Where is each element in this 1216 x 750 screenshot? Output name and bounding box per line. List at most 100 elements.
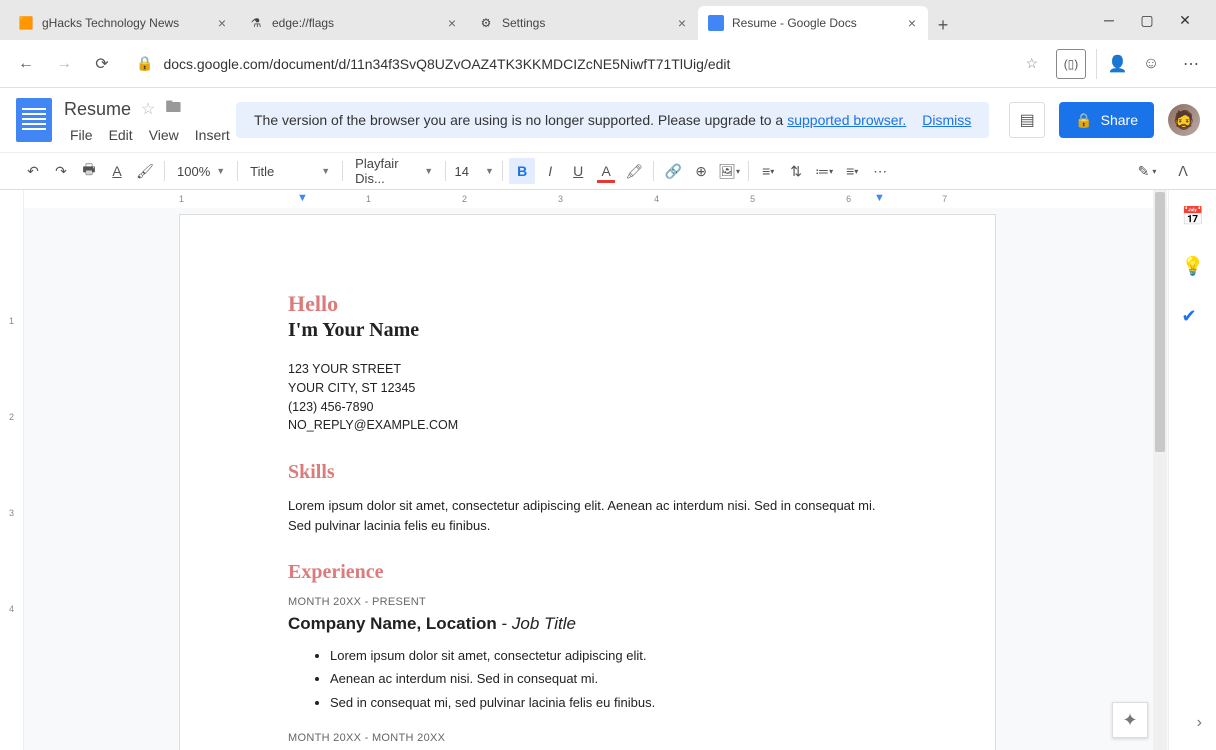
- gear-icon: ⚙: [478, 15, 494, 31]
- comments-icon[interactable]: ▤: [1009, 102, 1045, 138]
- side-panel-toggle[interactable]: ›: [1197, 714, 1202, 732]
- url-text: docs.google.com/document/d/11n34f3SvQ8UZ…: [163, 56, 730, 72]
- menu-file[interactable]: File: [64, 125, 99, 145]
- menu-view[interactable]: View: [143, 125, 185, 145]
- line-spacing-button[interactable]: ⇅: [783, 158, 809, 184]
- heading-skills: Skills: [288, 461, 887, 484]
- close-icon[interactable]: ×: [906, 13, 918, 33]
- highlight-button[interactable]: 🖍: [621, 158, 647, 184]
- email: NO_REPLY@EXAMPLE.COM: [288, 416, 887, 435]
- italic-button[interactable]: I: [537, 158, 563, 184]
- keep-icon[interactable]: 💡: [1182, 256, 1204, 278]
- collapse-toolbar-button[interactable]: ᐱ: [1170, 158, 1196, 184]
- tab-label: Resume - Google Docs: [732, 16, 857, 30]
- tab-flags[interactable]: ⚗ edge://flags ×: [238, 6, 468, 40]
- lock-icon: 🔒: [136, 55, 153, 72]
- add-comment-button[interactable]: ⊕: [688, 158, 714, 184]
- text-color-button[interactable]: A: [593, 158, 619, 184]
- font-dropdown[interactable]: Playfair Dis...▼: [349, 158, 439, 184]
- ghacks-favicon: 🟧: [18, 15, 34, 31]
- menubar: File Edit View Insert: [64, 125, 236, 145]
- street: 123 YOUR STREET: [288, 360, 887, 379]
- forward-button[interactable]: →: [48, 48, 80, 80]
- profile-icon[interactable]: 👤: [1096, 49, 1126, 79]
- redo-button[interactable]: ↷: [48, 158, 74, 184]
- city: YOUR CITY, ST 12345: [288, 379, 887, 398]
- flask-icon: ⚗: [248, 15, 264, 31]
- list-item: Aenean ac interdum nisi. Sed in consequa…: [330, 667, 887, 690]
- document-title[interactable]: Resume: [64, 99, 131, 120]
- format-toolbar: ↶ ↷ 🖶 A 🖌 100%▼ Title▼ Playfair Dis...▼ …: [0, 152, 1216, 190]
- extensions-icon[interactable]: (▯): [1056, 49, 1086, 79]
- skills-body: Lorem ipsum dolor sit amet, consectetur …: [288, 496, 887, 535]
- tab-label: Settings: [502, 16, 545, 30]
- underline-button[interactable]: U: [565, 158, 591, 184]
- folder-icon[interactable]: 🖿: [165, 96, 181, 123]
- menu-icon[interactable]: ⋯: [1176, 49, 1206, 79]
- zoom-dropdown[interactable]: 100%▼: [171, 158, 231, 184]
- indent-marker-icon[interactable]: ▼: [297, 192, 308, 204]
- tab-resume[interactable]: Resume - Google Docs ×: [698, 6, 928, 40]
- calendar-icon[interactable]: 📅: [1182, 206, 1204, 228]
- tasks-icon[interactable]: ✔: [1182, 306, 1204, 328]
- align-button[interactable]: ≡▾: [755, 158, 781, 184]
- heading-experience: Experience: [288, 561, 887, 584]
- browser-notice: The version of the browser you are using…: [236, 102, 989, 138]
- google-docs-logo[interactable]: [16, 98, 52, 142]
- main-canvas: ▼ ▼ 11234567 Hello I'm Your Name 123 YOU…: [24, 190, 1168, 750]
- scrollbar-thumb[interactable]: [1155, 192, 1165, 452]
- minimize-icon[interactable]: ─: [1096, 12, 1122, 28]
- maximize-icon[interactable]: ▢: [1134, 12, 1160, 29]
- star-icon[interactable]: ☆: [141, 99, 155, 119]
- lock-icon: 🔒: [1075, 112, 1092, 129]
- exp1-dates: MONTH 20XX - PRESENT: [288, 596, 887, 608]
- list-item: Sed in consequat mi, sed pulvinar lacini…: [330, 691, 887, 714]
- tab-ghacks[interactable]: 🟧 gHacks Technology News ×: [8, 6, 238, 40]
- editing-mode-button[interactable]: ✎▾: [1134, 158, 1160, 184]
- menu-insert[interactable]: Insert: [189, 125, 236, 145]
- tab-label: edge://flags: [272, 16, 334, 30]
- spellcheck-button[interactable]: A: [104, 158, 130, 184]
- refresh-button[interactable]: ⟳: [86, 48, 118, 80]
- bold-button[interactable]: B: [509, 158, 535, 184]
- supported-browser-link[interactable]: supported browser.: [787, 112, 906, 128]
- font-size[interactable]: 14▼: [452, 158, 496, 184]
- heading-hello: Hello: [288, 291, 887, 317]
- undo-button[interactable]: ↶: [20, 158, 46, 184]
- phone: (123) 456-7890: [288, 398, 887, 417]
- insert-link-button[interactable]: 🔗: [660, 158, 686, 184]
- heading-name: I'm Your Name: [288, 319, 887, 342]
- share-button[interactable]: 🔒 Share: [1059, 102, 1154, 138]
- new-tab-button[interactable]: +: [928, 10, 958, 40]
- dismiss-link[interactable]: Dismiss: [922, 112, 971, 128]
- close-window-icon[interactable]: ✕: [1172, 12, 1198, 29]
- bulleted-list-button[interactable]: ≡▾: [839, 158, 865, 184]
- numbered-list-button[interactable]: ≔▾: [811, 158, 837, 184]
- close-icon[interactable]: ×: [446, 13, 458, 33]
- back-button[interactable]: ←: [10, 48, 42, 80]
- address-bar[interactable]: 🔒 docs.google.com/document/d/11n34f3SvQ8…: [124, 47, 1050, 81]
- star-icon[interactable]: ☆: [1025, 55, 1038, 72]
- feedback-icon[interactable]: ☺: [1136, 49, 1166, 79]
- list-item: Lorem ipsum dolor sit amet, consectetur …: [330, 644, 887, 667]
- exp2-dates: MONTH 20XX - MONTH 20XX: [288, 732, 887, 744]
- exp1-company-line: Company Name, Location - Job Title: [288, 614, 887, 634]
- toolbar-right-icons: (▯) 👤 ☺ ⋯: [1056, 49, 1206, 79]
- vertical-scrollbar[interactable]: [1153, 190, 1167, 750]
- print-button[interactable]: 🖶: [76, 158, 102, 184]
- close-icon[interactable]: ×: [216, 13, 228, 33]
- avatar[interactable]: 🧔: [1168, 104, 1200, 136]
- indent-marker-icon[interactable]: ▼: [874, 192, 885, 204]
- more-button[interactable]: ⋯: [867, 158, 893, 184]
- explore-button[interactable]: ✦: [1112, 702, 1148, 738]
- insert-image-button[interactable]: 🖼▾: [716, 158, 742, 184]
- document-page[interactable]: Hello I'm Your Name 123 YOUR STREET YOUR…: [179, 214, 996, 750]
- address-row: ← → ⟳ 🔒 docs.google.com/document/d/11n34…: [0, 40, 1216, 88]
- close-icon[interactable]: ×: [676, 13, 688, 33]
- menu-edit[interactable]: Edit: [103, 125, 139, 145]
- paint-format-button[interactable]: 🖌: [132, 158, 158, 184]
- paragraph-style-dropdown[interactable]: Title▼: [244, 158, 336, 184]
- tab-label: gHacks Technology News: [42, 16, 179, 30]
- docs-favicon: [708, 15, 724, 31]
- tab-settings[interactable]: ⚙ Settings ×: [468, 6, 698, 40]
